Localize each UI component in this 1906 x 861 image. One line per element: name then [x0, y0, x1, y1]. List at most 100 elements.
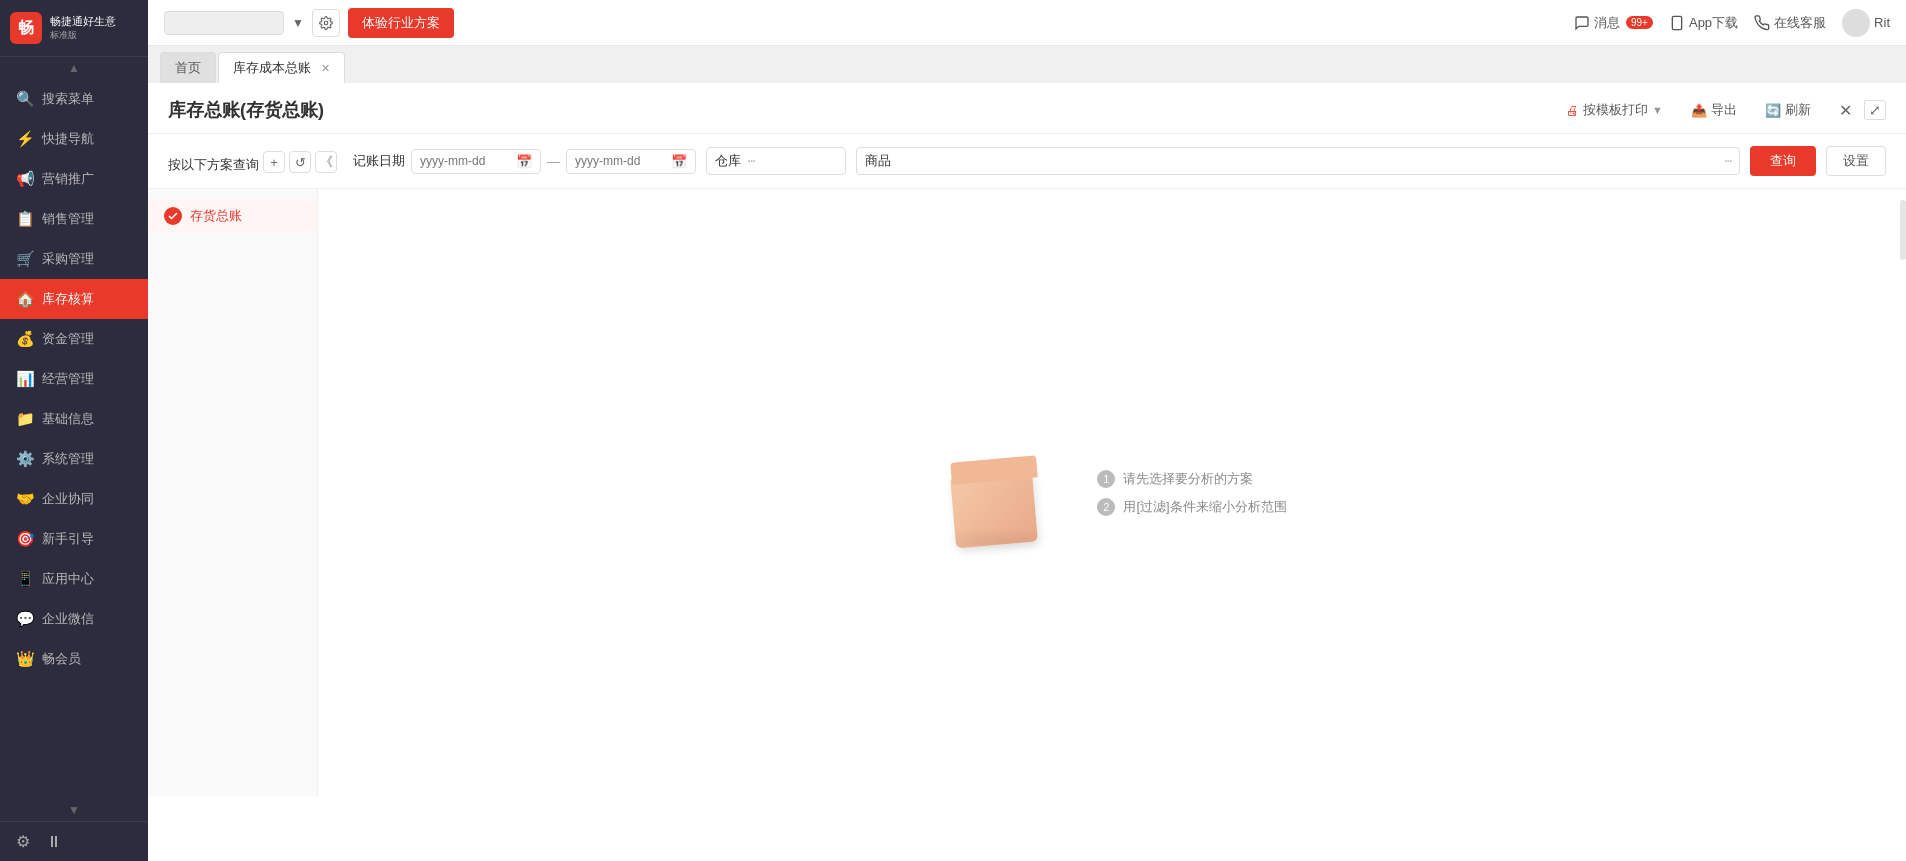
- marketing-icon: 📢: [16, 170, 34, 188]
- filter-reset-btn[interactable]: ↺: [289, 151, 311, 173]
- filter-row: 记账日期 📅 — 📅 仓库 ···: [353, 146, 1886, 176]
- main-area: ▼ 体验行业方案 消息 99+ App下载 在线客服: [148, 0, 1906, 861]
- scheme-icon: [164, 207, 182, 225]
- message-btn[interactable]: 消息 99+: [1574, 14, 1653, 32]
- filter-add-btn[interactable]: +: [263, 151, 285, 173]
- product-label: 商品: [865, 152, 891, 170]
- topbar-settings-button[interactable]: [312, 9, 340, 37]
- warehouse-label: 仓库: [715, 152, 741, 170]
- hint-num-2: 2: [1097, 498, 1115, 516]
- tab-home-label: 首页: [175, 60, 201, 75]
- tab-close-icon[interactable]: ✕: [321, 62, 330, 74]
- tab-home[interactable]: 首页: [160, 52, 216, 83]
- sound-bottom-icon[interactable]: ⏸: [46, 833, 62, 851]
- sidebar-item-label: 营销推广: [42, 170, 94, 188]
- empty-illustration: [937, 433, 1067, 553]
- filter-area: 按以下方案查询 + ↺ 《 记账日期 📅 — 📅: [148, 134, 1906, 189]
- settings-bottom-icon[interactable]: ⚙: [16, 832, 30, 851]
- sidebar-logo: 畅 畅捷通好生意 标准版: [0, 0, 148, 57]
- product-more-icon[interactable]: ···: [1724, 152, 1731, 170]
- user-name: Rit: [1874, 15, 1890, 30]
- sidebar-item-marketing[interactable]: 📢 营销推广: [0, 159, 148, 199]
- sidebar-item-label: 快捷导航: [42, 130, 94, 148]
- purchase-icon: 🛒: [16, 250, 34, 268]
- sidebar-item-sales[interactable]: 📋 销售管理: [0, 199, 148, 239]
- sidebar-item-member[interactable]: 👑 畅会员: [0, 639, 148, 679]
- sidebar-item-corp[interactable]: 🤝 企业协同: [0, 479, 148, 519]
- warehouse-filter[interactable]: 仓库 ···: [706, 147, 846, 175]
- top-bar-left: ▼ 体验行业方案: [164, 8, 1564, 38]
- app-download-btn[interactable]: App下载: [1669, 14, 1738, 32]
- print-btn[interactable]: 🖨 按模板打印 ▼: [1558, 97, 1671, 123]
- print-label: 按模板打印: [1583, 101, 1648, 119]
- sidebar-item-label: 新手引导: [42, 530, 94, 548]
- calendar-end-icon[interactable]: 📅: [671, 154, 687, 169]
- scheme-item-stock-ledger[interactable]: 存货总账: [148, 199, 317, 233]
- sidebar-item-label: 畅会员: [42, 650, 81, 668]
- page-actions: 🖨 按模板打印 ▼ 📤 导出 🔄 刷新 ✕ ⤢: [1558, 97, 1886, 123]
- svg-rect-1: [1672, 16, 1681, 29]
- box-shadow: [949, 535, 1039, 547]
- sidebar-scroll-up[interactable]: ▲: [0, 57, 148, 79]
- inventory-icon: 🏠: [16, 290, 34, 308]
- member-icon: 👑: [16, 650, 34, 668]
- date-range-filter: 记账日期 📅 — 📅: [353, 149, 696, 174]
- calendar-start-icon[interactable]: 📅: [516, 154, 532, 169]
- sidebar-item-wechat[interactable]: 💬 企业微信: [0, 599, 148, 639]
- empty-hint-2: 2 用[过滤]条件来缩小分析范围: [1097, 498, 1286, 516]
- filter-add-btns: 按以下方案查询 + ↺ 《: [168, 146, 337, 174]
- top-bar-right: 消息 99+ App下载 在线客服 Rit: [1574, 9, 1890, 37]
- export-icon: 📤: [1691, 103, 1707, 118]
- date-separator: —: [547, 154, 560, 169]
- industry-btn[interactable]: 体验行业方案: [348, 8, 454, 38]
- operation-icon: 📊: [16, 370, 34, 388]
- sidebar-item-guide[interactable]: 🎯 新手引导: [0, 519, 148, 559]
- breadcrumb-input[interactable]: [164, 11, 284, 35]
- date-end-input[interactable]: [575, 154, 665, 168]
- sidebar-item-system[interactable]: ⚙️ 系统管理: [0, 439, 148, 479]
- sidebar-scroll-down[interactable]: ▼: [0, 799, 148, 821]
- sidebar-item-inventory[interactable]: 🏠 库存核算: [0, 279, 148, 319]
- date-start-input[interactable]: [420, 154, 510, 168]
- sidebar-item-operation[interactable]: 📊 经营管理: [0, 359, 148, 399]
- sidebar-item-search[interactable]: 🔍 搜索菜单: [0, 79, 148, 119]
- panel-close-icon[interactable]: ✕: [1839, 101, 1852, 120]
- refresh-btn[interactable]: 🔄 刷新: [1757, 97, 1819, 123]
- quick-nav-icon: ⚡: [16, 130, 34, 148]
- query-button[interactable]: 查询: [1750, 146, 1816, 176]
- right-scrollbar: [1900, 200, 1906, 260]
- export-btn[interactable]: 📤 导出: [1683, 97, 1745, 123]
- sidebar-item-purchase[interactable]: 🛒 采购管理: [0, 239, 148, 279]
- hint-num-1: 1: [1097, 470, 1115, 488]
- empty-hint-1: 1 请先选择要分析的方案: [1097, 470, 1286, 488]
- logo-name: 畅捷通好生意: [50, 14, 116, 29]
- sidebar-item-label: 基础信息: [42, 410, 94, 428]
- panel-expand-icon[interactable]: ⤢: [1864, 100, 1886, 120]
- tab-inventory-cost[interactable]: 库存成本总账 ✕: [218, 52, 345, 83]
- setup-button[interactable]: 设置: [1826, 146, 1886, 176]
- sidebar-item-label: 库存核算: [42, 290, 94, 308]
- user-area[interactable]: Rit: [1842, 9, 1890, 37]
- filter-collapse-btn[interactable]: 《: [315, 151, 337, 173]
- warehouse-more-icon[interactable]: ···: [747, 152, 754, 170]
- appstore-icon: 📱: [16, 570, 34, 588]
- sidebar-item-appstore[interactable]: 📱 应用中心: [0, 559, 148, 599]
- online-support-btn[interactable]: 在线客服: [1754, 14, 1826, 32]
- sidebar-item-basic[interactable]: 📁 基础信息: [0, 399, 148, 439]
- chevron-down-icon[interactable]: ▼: [292, 16, 304, 30]
- scheme-panel: 存货总账: [148, 189, 318, 797]
- sales-icon: 📋: [16, 210, 34, 228]
- logo-icon: 畅: [10, 12, 42, 44]
- sidebar-item-label: 系统管理: [42, 450, 94, 468]
- system-icon: ⚙️: [16, 450, 34, 468]
- print-chevron-icon[interactable]: ▼: [1652, 104, 1663, 116]
- export-label: 导出: [1711, 101, 1737, 119]
- sidebar-item-quick-nav[interactable]: ⚡ 快捷导航: [0, 119, 148, 159]
- refresh-label: 刷新: [1785, 101, 1811, 119]
- logo-text-block: 畅捷通好生意 标准版: [50, 14, 116, 42]
- logo-badge: 标准版: [50, 29, 116, 42]
- sidebar-item-finance[interactable]: 💰 资金管理: [0, 319, 148, 359]
- sidebar-item-label: 企业协同: [42, 490, 94, 508]
- product-filter[interactable]: 商品 ···: [856, 147, 1740, 175]
- hint-text-1: 请先选择要分析的方案: [1123, 470, 1253, 488]
